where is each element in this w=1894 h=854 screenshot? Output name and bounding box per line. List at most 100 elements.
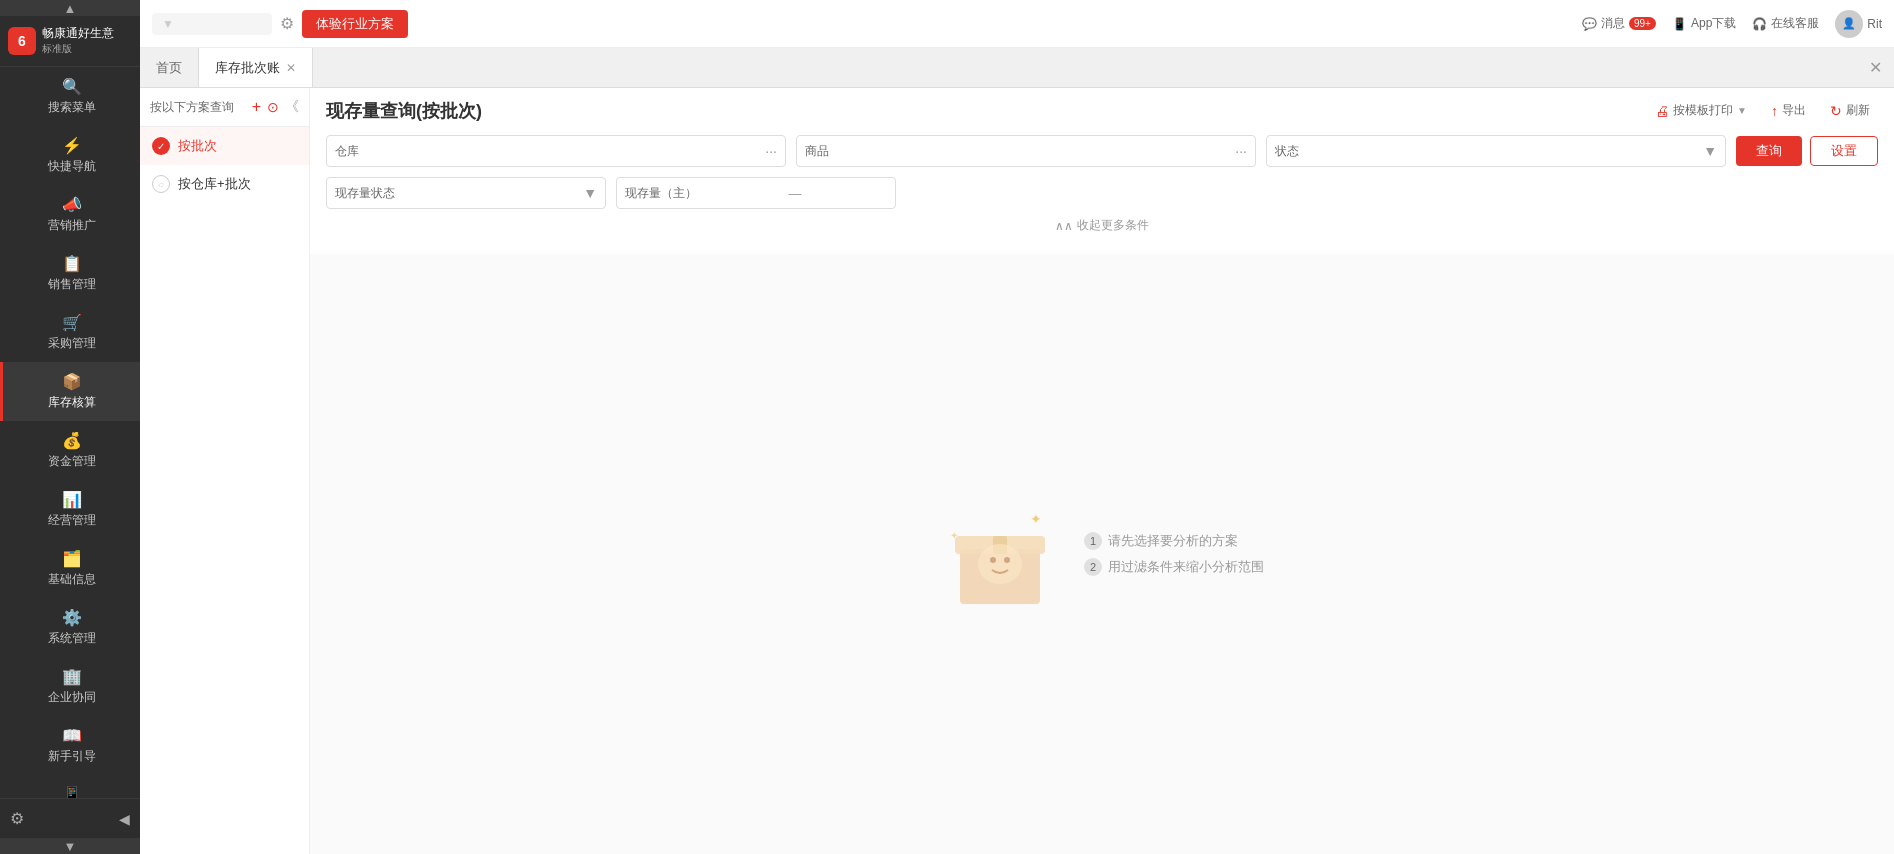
sidebar-header: 6 畅康通好生意 标准版 <box>0 16 140 67</box>
sidebar-item-label: 基础信息 <box>48 571 96 588</box>
print-template-button[interactable]: 🖨 按模板打印 ▼ <box>1647 98 1755 123</box>
sidebar-item-app[interactable]: 📱 应用中心 <box>0 775 140 798</box>
collapse-up-icon: ∧∧ <box>1055 219 1073 233</box>
filter-area: 仓库 ··· 商品 ··· 状态 ▼ 查询 <box>310 123 1894 254</box>
export-label: 导出 <box>1782 102 1806 119</box>
topbar-app-download[interactable]: 📱 App下载 <box>1672 15 1736 32</box>
sidebar-nav: 🔍 搜索菜单 ⚡ 快捷导航 📣 营销推广 📋 销售管理 🛒 采购管理 📦 库存核… <box>0 67 140 798</box>
sidebar-item-label: 企业协同 <box>48 689 96 706</box>
stock-status-dropdown-icon[interactable]: ▼ <box>583 185 597 201</box>
basic-icon: 🗂️ <box>62 549 82 568</box>
sidebar-item-label: 新手引导 <box>48 748 96 765</box>
tabbar: 首页 库存批次账 ✕ ✕ <box>140 48 1894 88</box>
sidebar-item-label: 经营管理 <box>48 512 96 529</box>
topbar-user[interactable]: 👤 Rit <box>1835 10 1882 38</box>
marketing-icon: 📣 <box>62 195 82 214</box>
product-filter[interactable]: 商品 ··· <box>796 135 1256 167</box>
refresh-label: 刷新 <box>1846 102 1870 119</box>
warehouse-dots[interactable]: ··· <box>765 143 777 159</box>
scheme-item-label: 按仓库+批次 <box>178 175 251 193</box>
scheme-settings-icon[interactable]: ⊙ <box>267 99 279 115</box>
scheme-panel-header: 按以下方案查询 + ⊙ 《 <box>140 88 309 127</box>
collapse-icon[interactable]: ◀ <box>119 811 130 827</box>
scheme-panel: 按以下方案查询 + ⊙ 《 ✓ 按批次 ○ 按仓库+批次 <box>140 88 310 854</box>
tab-inventory-batch[interactable]: 库存批次账 ✕ <box>199 48 313 87</box>
sidebar-item-purchase[interactable]: 🛒 采购管理 <box>0 303 140 362</box>
product-dots[interactable]: ··· <box>1235 143 1247 159</box>
hint-text-1: 请先选择要分析的方案 <box>1108 532 1238 550</box>
scheme-item-by-warehouse-batch[interactable]: ○ 按仓库+批次 <box>140 165 309 203</box>
sidebar: ▲ 6 畅康通好生意 标准版 🔍 搜索菜单 ⚡ 快捷导航 📣 营销推广 📋 销售… <box>0 0 140 854</box>
enterprise-icon: 🏢 <box>62 667 82 686</box>
filter-actions: 查询 设置 <box>1736 136 1878 166</box>
export-icon: ↑ <box>1771 103 1778 119</box>
empty-hint-2: 2 用过滤条件来缩小分析范围 <box>1084 558 1264 576</box>
warehouse-filter[interactable]: 仓库 ··· <box>326 135 786 167</box>
purchase-icon: 🛒 <box>62 313 82 332</box>
tab-home[interactable]: 首页 <box>140 48 199 87</box>
status-filter[interactable]: 状态 ▼ <box>1266 135 1726 167</box>
status-dropdown-icon[interactable]: ▼ <box>1703 143 1717 159</box>
topbar-search-box[interactable]: ▼ <box>152 13 272 35</box>
sidebar-item-operations[interactable]: 📊 经营管理 <box>0 480 140 539</box>
hint-number-1: 1 <box>1084 532 1102 550</box>
refresh-icon: ↻ <box>1830 103 1842 119</box>
collapse-filters-button[interactable]: ∧∧ 收起更多条件 <box>326 209 1878 242</box>
tab-close-all-button[interactable]: ✕ <box>1857 58 1894 77</box>
empty-illustration: ✦ ✦ <box>940 494 1060 614</box>
page-toolbar: 🖨 按模板打印 ▼ ↑ 导出 ↻ 刷新 <box>1647 98 1878 123</box>
empty-hint-1: 1 请先选择要分析的方案 <box>1084 532 1264 550</box>
topbar-actions: 💬 消息 99+ 📱 App下载 🎧 在线客服 👤 Rit <box>1582 10 1882 38</box>
sidebar-item-enterprise[interactable]: 🏢 企业协同 <box>0 657 140 716</box>
search-icon: 🔍 <box>62 77 82 96</box>
export-button[interactable]: ↑ 导出 <box>1763 98 1814 123</box>
experience-industry-button[interactable]: 体验行业方案 <box>302 10 408 38</box>
sidebar-item-inventory[interactable]: 📦 库存核算 <box>0 362 140 421</box>
empty-state: ✦ ✦ 1 请先选择要分析的方案 2 用过滤条件来缩小分析范围 <box>310 254 1894 854</box>
tab-inventory-batch-label: 库存批次账 <box>215 59 280 77</box>
topbar-settings-icon[interactable]: ⚙ <box>280 14 294 33</box>
stock-status-filter[interactable]: 现存量状态 ▼ <box>326 177 606 209</box>
sidebar-scroll-down[interactable]: ▼ <box>0 838 140 854</box>
settings-button[interactable]: 设置 <box>1810 136 1878 166</box>
warehouse-label: 仓库 <box>335 143 359 160</box>
svg-point-3 <box>978 544 1022 584</box>
scheme-collapse-icon[interactable]: 《 <box>285 98 299 116</box>
topbar-online-service[interactable]: 🎧 在线客服 <box>1752 15 1819 32</box>
sidebar-item-label: 采购管理 <box>48 335 96 352</box>
app-icon: 📱 <box>62 785 82 798</box>
system-icon: ⚙️ <box>62 608 82 627</box>
scheme-item-label: 按批次 <box>178 137 217 155</box>
collapse-label: 收起更多条件 <box>1077 217 1149 234</box>
topbar: ▼ ⚙ 体验行业方案 💬 消息 99+ 📱 App下载 🎧 在线客服 👤 <box>140 0 1894 48</box>
settings-icon[interactable]: ⚙ <box>10 809 24 828</box>
tab-close-icon[interactable]: ✕ <box>286 62 296 74</box>
sidebar-item-sales[interactable]: 📋 销售管理 <box>0 244 140 303</box>
headset-icon: 🎧 <box>1752 17 1767 31</box>
sidebar-item-basic[interactable]: 🗂️ 基础信息 <box>0 539 140 598</box>
sidebar-logo: 6 <box>8 27 36 55</box>
sidebar-item-system[interactable]: ⚙️ 系统管理 <box>0 598 140 657</box>
sidebar-item-guide[interactable]: 📖 新手引导 <box>0 716 140 775</box>
status-label: 状态 <box>1275 143 1299 160</box>
sidebar-scroll-up[interactable]: ▲ <box>0 0 140 16</box>
close-all-icon: ✕ <box>1869 58 1882 77</box>
sidebar-company: 畅康通好生意 <box>42 26 114 42</box>
svg-text:✦: ✦ <box>1030 511 1042 527</box>
filter-row-1: 仓库 ··· 商品 ··· 状态 ▼ 查询 <box>326 135 1878 167</box>
scheme-add-icon[interactable]: + <box>252 98 261 116</box>
sidebar-item-finance[interactable]: 💰 资金管理 <box>0 421 140 480</box>
sidebar-item-marketing[interactable]: 📣 营销推广 <box>0 185 140 244</box>
sidebar-item-search[interactable]: 🔍 搜索菜单 <box>0 67 140 126</box>
print-icon: 🖨 <box>1655 103 1669 119</box>
sidebar-edition: 标准版 <box>42 42 114 56</box>
sidebar-item-quick-nav[interactable]: ⚡ 快捷导航 <box>0 126 140 185</box>
query-button[interactable]: 查询 <box>1736 136 1802 166</box>
empty-svg: ✦ ✦ <box>940 494 1060 614</box>
topbar-messages[interactable]: 💬 消息 99+ <box>1582 15 1656 32</box>
stock-qty-filter[interactable]: 现存量（主） — <box>616 177 896 209</box>
refresh-button[interactable]: ↻ 刷新 <box>1822 98 1878 123</box>
messages-badge: 99+ <box>1629 17 1656 30</box>
hint-number-2: 2 <box>1084 558 1102 576</box>
scheme-item-by-batch[interactable]: ✓ 按批次 <box>140 127 309 165</box>
